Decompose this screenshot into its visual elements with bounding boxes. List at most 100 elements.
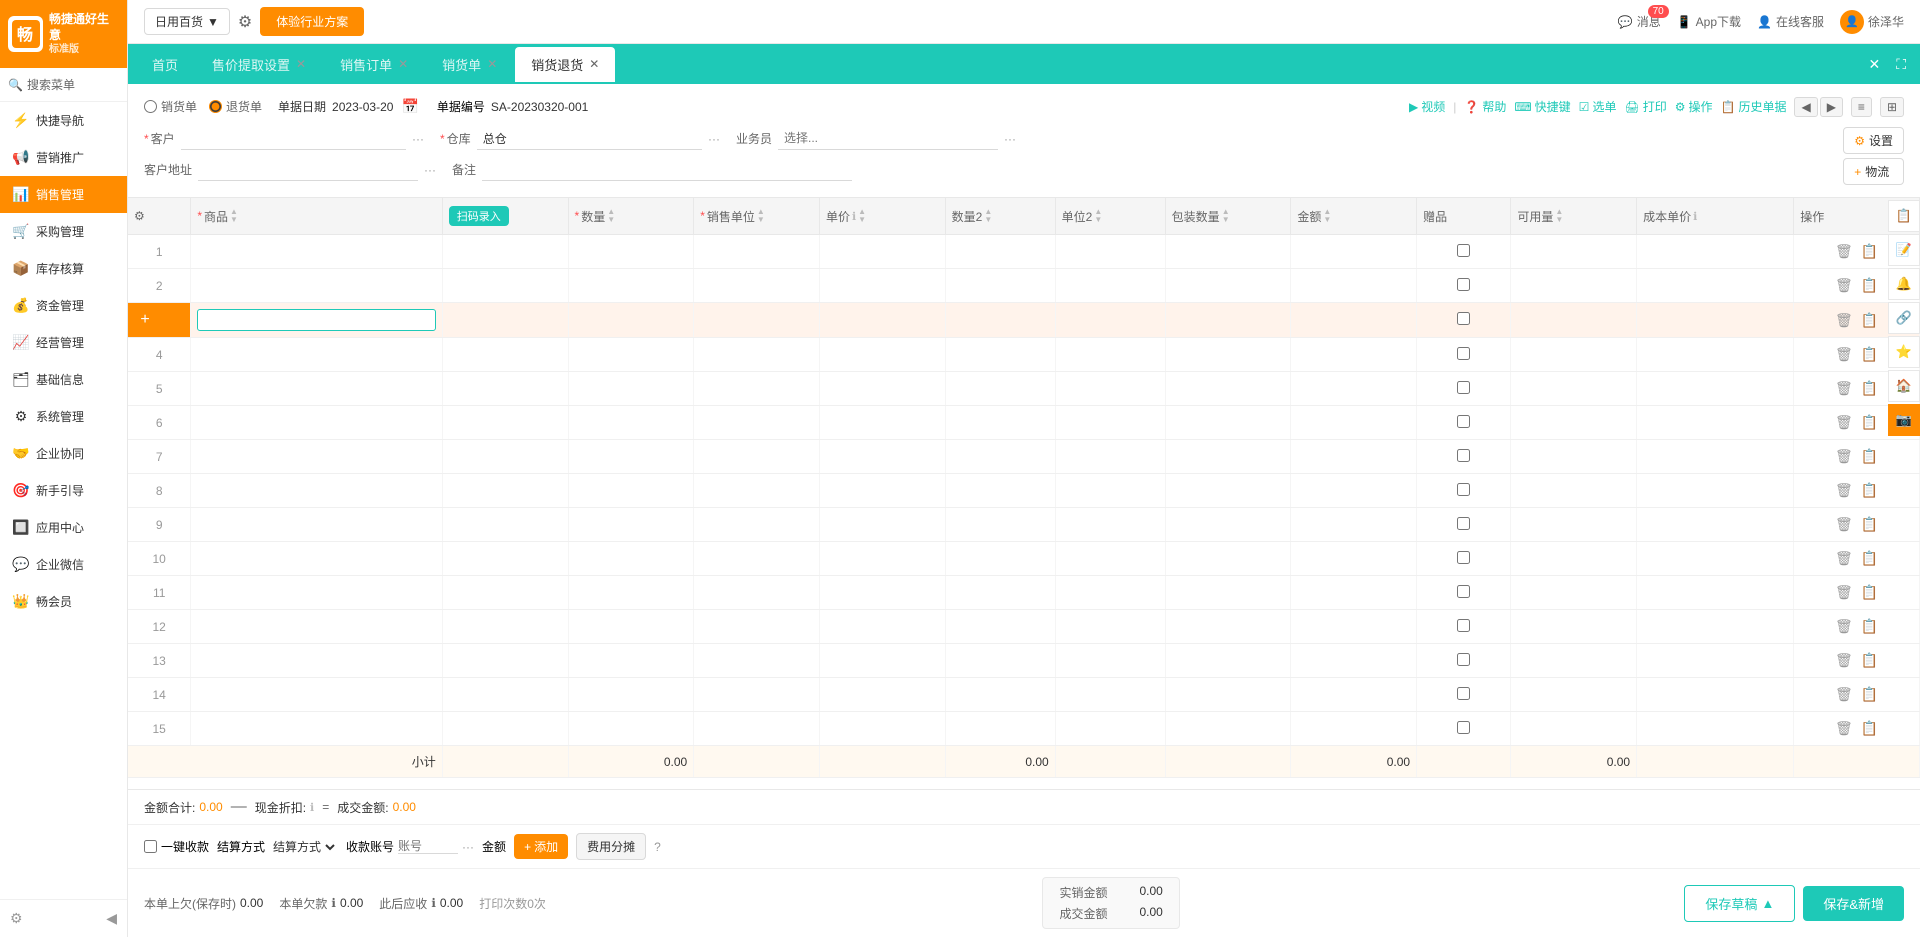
help-action[interactable]: ❓ 帮助 (1464, 98, 1506, 115)
price-cell[interactable] (819, 338, 945, 372)
right-tool-star[interactable]: ⭐ (1888, 336, 1920, 368)
sidebar-item-sales[interactable]: 📊 销售管理 (0, 176, 127, 213)
unit-cell[interactable] (694, 508, 820, 542)
gift-checkbox[interactable] (1457, 585, 1470, 598)
right-tool-home[interactable]: 🏠 (1888, 370, 1920, 402)
pkg-cell[interactable] (1165, 440, 1291, 474)
calendar-icon[interactable]: 📅 (399, 96, 420, 117)
add-row-btn[interactable]: + (134, 309, 156, 331)
close-sales-tab-btn[interactable]: ✕ (487, 57, 497, 71)
qty-sort-icon[interactable]: ▲▼ (607, 208, 615, 224)
salesperson-input[interactable] (778, 127, 998, 150)
gift-checkbox[interactable] (1457, 483, 1470, 496)
copy-row-btn[interactable]: 📋 (1859, 344, 1880, 365)
copy-row-btn[interactable]: 📋 (1859, 310, 1880, 331)
gift-cell[interactable] (1417, 440, 1511, 474)
product-cell[interactable] (191, 610, 442, 644)
maximize-btn[interactable]: ⛶ (1890, 52, 1912, 77)
gift-checkbox[interactable] (1457, 721, 1470, 734)
unit-cell[interactable] (694, 303, 820, 338)
gift-checkbox[interactable] (1457, 347, 1470, 360)
price-cell[interactable] (819, 269, 945, 303)
delete-row-btn[interactable]: 🗑 (1833, 718, 1855, 739)
gift-cell[interactable] (1417, 474, 1511, 508)
select-action[interactable]: ☑ 选单 (1579, 98, 1617, 115)
save-draft-btn[interactable]: 保存草稿 ▲ (1684, 885, 1795, 922)
copy-row-btn[interactable]: 📋 (1859, 378, 1880, 399)
unit2-cell[interactable] (1055, 508, 1165, 542)
delete-row-btn[interactable]: 🗑 (1833, 310, 1855, 331)
qty-cell[interactable] (568, 338, 694, 372)
gift-cell[interactable] (1417, 406, 1511, 440)
gift-cell[interactable] (1417, 269, 1511, 303)
unit-cell[interactable] (694, 440, 820, 474)
onepay-checkbox[interactable]: 一键收款 (144, 838, 209, 855)
trial-btn[interactable]: 体验行业方案 (260, 7, 364, 36)
amount-cell[interactable] (1291, 542, 1417, 576)
unit2-cell[interactable] (1055, 303, 1165, 338)
unit2-cell[interactable] (1055, 269, 1165, 303)
delete-row-btn[interactable]: 🗑 (1833, 378, 1855, 399)
amount-cell[interactable] (1291, 235, 1417, 269)
save-new-btn[interactable]: 保存&新增 (1803, 886, 1904, 921)
sidebar-item-wechat[interactable]: 💬 企业微信 (0, 546, 127, 583)
gift-checkbox[interactable] (1457, 415, 1470, 428)
unit2-cell[interactable] (1055, 610, 1165, 644)
app-download-btn[interactable]: 📱 App下载 (1677, 13, 1741, 30)
scan-input-btn[interactable]: 扫码录入 (449, 206, 509, 226)
unit-cell[interactable] (694, 678, 820, 712)
qty2-cell[interactable] (945, 610, 1055, 644)
expense-help-icon[interactable]: ? (654, 840, 661, 854)
unit2-cell[interactable] (1055, 576, 1165, 610)
sidebar-item-quicknav[interactable]: ⚡ 快捷导航 (0, 102, 127, 139)
qty2-cell[interactable] (945, 474, 1055, 508)
sidebar-collapse-btn[interactable]: ◀ (104, 908, 119, 929)
gift-checkbox[interactable] (1457, 312, 1470, 325)
sidebar-item-marketing[interactable]: 📢 营销推广 (0, 139, 127, 176)
sidebar-item-basic[interactable]: 🗂 基础信息 (0, 361, 127, 398)
address-dots[interactable]: ··· (424, 163, 436, 177)
gift-cell[interactable] (1417, 303, 1511, 338)
unit-cell[interactable] (694, 372, 820, 406)
close-sales-order-tab-btn[interactable]: ✕ (398, 57, 408, 71)
copy-row-btn[interactable]: 📋 (1859, 446, 1880, 467)
amount-cell[interactable] (1291, 406, 1417, 440)
price-cell[interactable] (819, 644, 945, 678)
expense-split-btn[interactable]: 费用分摊 (576, 833, 646, 860)
qty2-cell[interactable] (945, 235, 1055, 269)
pkg-cell[interactable] (1165, 576, 1291, 610)
gift-checkbox[interactable] (1457, 517, 1470, 530)
price-cell[interactable] (819, 610, 945, 644)
grid-view-btn[interactable]: ⊞ (1880, 97, 1904, 117)
amount-cell[interactable] (1291, 576, 1417, 610)
right-tool-clipboard[interactable]: 📋 (1888, 200, 1920, 232)
right-tool-active[interactable]: 📷 (1888, 404, 1920, 436)
copy-row-btn[interactable]: 📋 (1859, 718, 1880, 739)
customer-dots[interactable]: ··· (412, 132, 424, 146)
amount-cell[interactable] (1291, 610, 1417, 644)
gift-checkbox[interactable] (1457, 687, 1470, 700)
right-tool-bell[interactable]: 🔔 (1888, 268, 1920, 300)
product-cell[interactable] (191, 474, 442, 508)
sidebar-settings-btn[interactable]: ⚙ (8, 908, 25, 929)
unit-cell[interactable] (694, 542, 820, 576)
radio-sale-input[interactable] (144, 100, 157, 113)
radio-return-input[interactable] (209, 100, 222, 113)
pkg-cell[interactable] (1165, 406, 1291, 440)
gift-checkbox[interactable] (1457, 244, 1470, 257)
price-cell[interactable] (819, 678, 945, 712)
gift-cell[interactable] (1417, 372, 1511, 406)
pkg-cell[interactable] (1165, 508, 1291, 542)
user-profile[interactable]: 👤 徐泽华 (1840, 10, 1904, 34)
unit-cell[interactable] (694, 338, 820, 372)
product-cell[interactable] (191, 644, 442, 678)
product-cell[interactable] (191, 303, 442, 338)
salesperson-dots[interactable]: ··· (1004, 132, 1016, 146)
avail-sort-icon[interactable]: ▲▼ (1555, 208, 1563, 224)
right-tool-note[interactable]: 📝 (1888, 234, 1920, 266)
qty-cell[interactable] (568, 235, 694, 269)
gift-checkbox[interactable] (1457, 619, 1470, 632)
product-cell[interactable] (191, 440, 442, 474)
gift-cell[interactable] (1417, 644, 1511, 678)
amount-cell[interactable] (1291, 712, 1417, 746)
